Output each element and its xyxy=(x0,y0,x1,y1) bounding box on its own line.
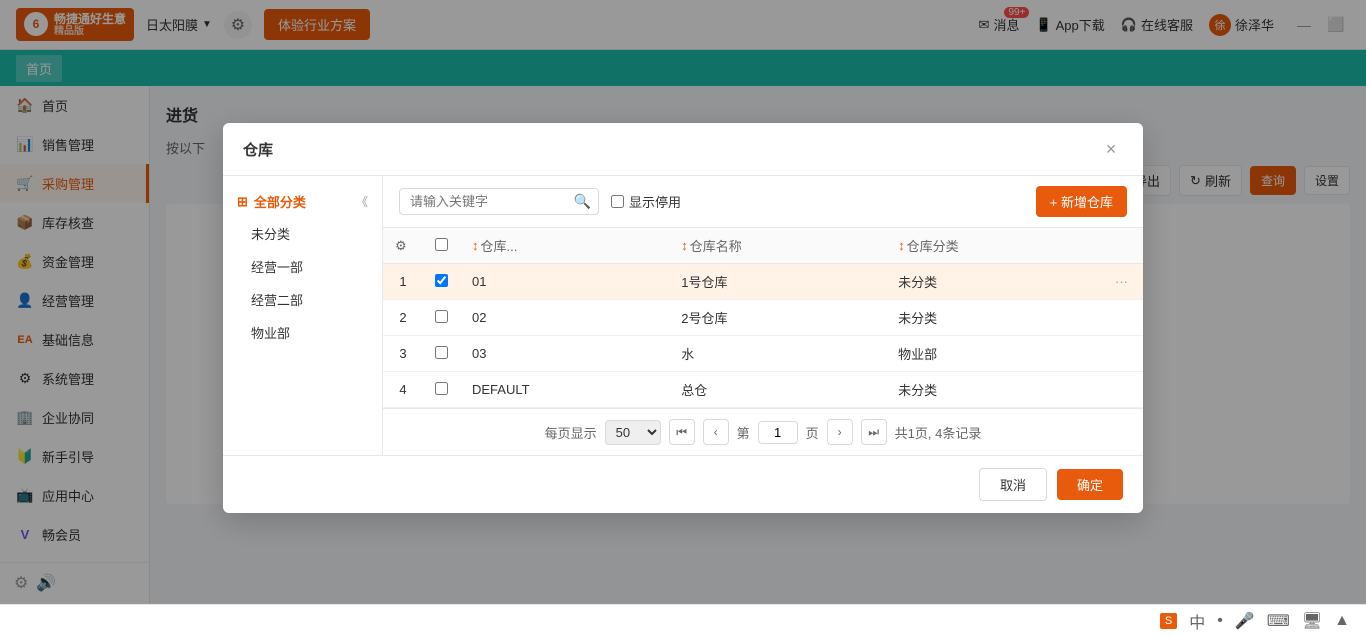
table-row[interactable]: 4 DEFAULT 总仓 未分类 xyxy=(383,372,1143,408)
th-category[interactable]: ↕ 仓库分类 xyxy=(886,228,1103,264)
row-more[interactable] xyxy=(1103,300,1143,336)
search-icon-button[interactable]: 🔍 xyxy=(574,193,591,210)
row-code: 03 xyxy=(460,336,669,372)
category-title-text: 全部分类 xyxy=(254,192,306,211)
page-label: 第 xyxy=(737,423,750,442)
category-header[interactable]: ⊞ 全部分类 《 xyxy=(223,186,382,217)
gear-header-icon: ⚙ xyxy=(395,238,407,253)
category-item-unclassified[interactable]: 未分类 xyxy=(223,217,382,250)
pagination: 每页显示 50 10 20 100 ⏮ ‹ 第 页 › ⏭ 共1页, 4条记录 xyxy=(383,408,1143,455)
row-gear: 4 xyxy=(383,372,423,408)
modal-title: 仓库 xyxy=(243,139,273,160)
row-checkbox[interactable] xyxy=(435,310,448,323)
category-item-dept2[interactable]: 经营二部 xyxy=(223,283,382,316)
modal-footer: 取消 确定 xyxy=(223,455,1143,513)
row-category: 未分类 xyxy=(886,372,1103,408)
th-name-sort-icon: ↕ xyxy=(681,238,688,253)
select-all-checkbox[interactable] xyxy=(435,238,448,251)
row-checkbox[interactable] xyxy=(435,274,448,287)
th-checkbox xyxy=(423,228,460,264)
page-unit: 页 xyxy=(806,423,819,442)
table-row[interactable]: 2 02 2号仓库 未分类 xyxy=(383,300,1143,336)
row-name: 2号仓库 xyxy=(669,300,886,336)
show-disabled-label[interactable]: 显示停用 xyxy=(611,192,681,211)
row-name: 水 xyxy=(669,336,886,372)
th-code[interactable]: ↕ 仓库... xyxy=(460,228,669,264)
row-more[interactable] xyxy=(1103,336,1143,372)
row-name: 总仓 xyxy=(669,372,886,408)
modal-close-button[interactable]: × xyxy=(1099,137,1123,161)
bottom-bar: S 中 • 🎤 ⌨ 🖥 ▲ xyxy=(0,604,1366,636)
th-code-sort-icon: ↕ xyxy=(472,238,479,253)
page-number-input[interactable] xyxy=(758,421,798,444)
row-checkbox-cell[interactable] xyxy=(423,372,460,408)
row-code: DEFAULT xyxy=(460,372,669,408)
th-name[interactable]: ↕ 仓库名称 xyxy=(669,228,886,264)
mic-icon[interactable]: 🎤 xyxy=(1235,611,1255,631)
row-gear: 2 xyxy=(383,300,423,336)
arrow-icon[interactable]: ▲ xyxy=(1334,612,1350,630)
row-name: 1号仓库 xyxy=(669,264,886,300)
more-icon[interactable]: ··· xyxy=(1115,274,1128,289)
row-checkbox[interactable] xyxy=(435,346,448,359)
search-wrapper: 🔍 xyxy=(399,188,599,215)
row-checkbox-cell[interactable] xyxy=(423,300,460,336)
row-checkbox-cell[interactable] xyxy=(423,336,460,372)
category-panel: ⊞ 全部分类 《 未分类 经营一部 经营二部 物业部 xyxy=(223,176,383,455)
data-table: ⚙ ↕ 仓库... xyxy=(383,227,1143,408)
sougou-icon: S xyxy=(1160,613,1177,629)
collapse-button[interactable]: 《 xyxy=(356,193,368,210)
modal-header: 仓库 × xyxy=(223,123,1143,176)
row-more[interactable] xyxy=(1103,372,1143,408)
total-info: 共1页, 4条记录 xyxy=(895,423,982,442)
monitor-icon[interactable]: 🖥 xyxy=(1302,611,1322,631)
category-title: ⊞ 全部分类 xyxy=(237,192,306,211)
next-page-button[interactable]: › xyxy=(827,419,853,445)
modal-overlay: 仓库 × ⊞ 全部分类 《 未分类 经营一部 经营二部 物业部 xyxy=(0,0,1366,636)
category-item-dept1[interactable]: 经营一部 xyxy=(223,250,382,283)
table-panel: 🔍 显示停用 + 新增仓库 ⚙ xyxy=(383,176,1143,455)
table-row[interactable]: 3 03 水 物业部 xyxy=(383,336,1143,372)
th-cat-sort-icon: ↕ xyxy=(898,238,905,253)
row-category: 未分类 xyxy=(886,264,1103,300)
new-warehouse-button[interactable]: + 新增仓库 xyxy=(1036,186,1127,217)
table-toolbar: 🔍 显示停用 + 新增仓库 xyxy=(383,176,1143,227)
category-item-property[interactable]: 物业部 xyxy=(223,316,382,349)
lang-icon[interactable]: 中 xyxy=(1189,609,1205,633)
row-code: 02 xyxy=(460,300,669,336)
warehouse-modal: 仓库 × ⊞ 全部分类 《 未分类 经营一部 经营二部 物业部 xyxy=(223,123,1143,513)
per-page-label: 每页显示 xyxy=(545,423,597,442)
modal-body: ⊞ 全部分类 《 未分类 经营一部 经营二部 物业部 🔍 xyxy=(223,176,1143,455)
keyboard-icon[interactable]: ⌨ xyxy=(1267,611,1290,631)
cancel-button[interactable]: 取消 xyxy=(979,468,1047,501)
first-page-button[interactable]: ⏮ xyxy=(669,419,695,445)
row-gear: 3 xyxy=(383,336,423,372)
row-code: 01 xyxy=(460,264,669,300)
dot-icon: • xyxy=(1217,612,1223,630)
confirm-button[interactable]: 确定 xyxy=(1057,469,1123,500)
row-checkbox-cell[interactable] xyxy=(423,264,460,300)
row-category: 未分类 xyxy=(886,300,1103,336)
prev-page-button[interactable]: ‹ xyxy=(703,419,729,445)
search-input[interactable] xyxy=(399,188,599,215)
show-disabled-checkbox[interactable] xyxy=(611,195,624,208)
last-page-button[interactable]: ⏭ xyxy=(861,419,887,445)
table-row[interactable]: 1 01 1号仓库 未分类 ··· xyxy=(383,264,1143,300)
page-size-select[interactable]: 50 10 20 100 xyxy=(605,420,661,445)
row-category: 物业部 xyxy=(886,336,1103,372)
row-gear: 1 xyxy=(383,264,423,300)
row-checkbox[interactable] xyxy=(435,382,448,395)
row-more[interactable]: ··· xyxy=(1103,264,1143,300)
th-gear: ⚙ xyxy=(383,228,423,264)
th-actions xyxy=(1103,228,1143,264)
grid-icon: ⊞ xyxy=(237,194,248,210)
table-header-row: ⚙ ↕ 仓库... xyxy=(383,228,1143,264)
